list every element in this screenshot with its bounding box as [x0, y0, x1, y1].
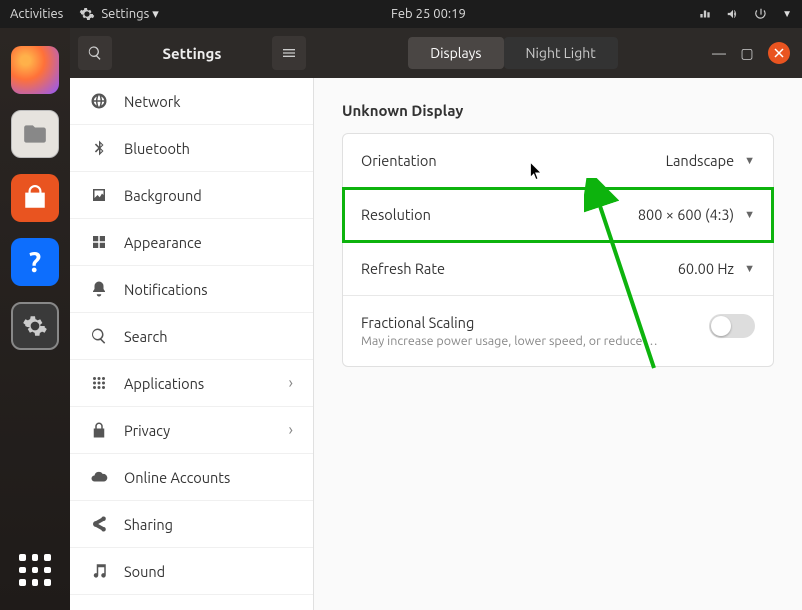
- sidebar-item-label: Notifications: [124, 281, 208, 298]
- clock[interactable]: Feb 25 00:19: [159, 7, 698, 21]
- appearance-icon: [90, 233, 108, 251]
- system-tray[interactable]: ▼: [698, 7, 792, 21]
- sidebar-item-label: Privacy: [124, 422, 170, 439]
- power-icon: [754, 7, 768, 21]
- sidebar-item-sound[interactable]: Sound: [70, 548, 313, 595]
- orientation-row[interactable]: Orientation Landscape ▼: [343, 134, 773, 188]
- displays-content: Unknown Display Orientation Landscape ▼ …: [314, 78, 802, 610]
- sidebar-item-applications[interactable]: Applications ›: [70, 360, 313, 407]
- search-button[interactable]: [78, 36, 112, 70]
- settings-window: Settings Displays Night Light — ▢ Ne: [70, 28, 802, 610]
- tab-displays[interactable]: Displays: [408, 37, 503, 69]
- chevron-down-icon: ▼: [744, 263, 755, 275]
- share-icon: [90, 515, 108, 533]
- refresh-label: Refresh Rate: [361, 260, 678, 277]
- close-button[interactable]: [768, 42, 790, 64]
- fractional-sub: May increase power usage, lower speed, o…: [361, 334, 661, 348]
- grid-icon: [90, 374, 108, 392]
- activities-button[interactable]: Activities: [10, 7, 63, 21]
- sidebar-item-label: Sharing: [124, 516, 173, 533]
- chevron-down-icon: ▼: [782, 8, 792, 20]
- menu-icon: [281, 45, 297, 61]
- chevron-right-icon: ›: [289, 374, 294, 392]
- fractional-toggle[interactable]: [709, 314, 755, 338]
- dock-help[interactable]: ?: [11, 238, 59, 286]
- dock-files[interactable]: [11, 110, 59, 158]
- orientation-label: Orientation: [361, 152, 666, 169]
- dock-settings[interactable]: [11, 302, 59, 350]
- cloud-icon: [90, 468, 108, 486]
- network-icon: [698, 7, 712, 21]
- orientation-value: Landscape: [666, 152, 735, 169]
- dock-firefox[interactable]: [11, 46, 59, 94]
- fractional-scaling-row: Fractional Scaling May increase power us…: [343, 296, 773, 366]
- dock-software[interactable]: [11, 174, 59, 222]
- refresh-value: 60.00 Hz: [678, 260, 734, 277]
- sidebar-item-label: Online Accounts: [124, 469, 230, 486]
- app-menu[interactable]: Settings ▾: [79, 6, 158, 22]
- show-applications-button[interactable]: [11, 546, 59, 594]
- music-icon: [90, 562, 108, 580]
- sidebar-item-appearance[interactable]: Appearance: [70, 219, 313, 266]
- dock: ?: [0, 28, 70, 610]
- minimize-button[interactable]: —: [712, 46, 726, 60]
- sidebar-item-background[interactable]: Background: [70, 172, 313, 219]
- window-title: Settings: [120, 45, 264, 62]
- settings-sidebar[interactable]: Network Bluetooth Background Appearance Noti…: [70, 78, 314, 610]
- resolution-row[interactable]: Resolution 800 × 600 (4:3) ▼: [343, 188, 773, 242]
- sidebar-item-sharing[interactable]: Sharing: [70, 501, 313, 548]
- sidebar-item-label: Background: [124, 187, 202, 204]
- sidebar-item-label: Applications: [124, 375, 204, 392]
- folder-icon: [22, 121, 48, 147]
- displays-panel: Orientation Landscape ▼ Resolution 800 ×…: [342, 133, 774, 367]
- sidebar-item-network[interactable]: Network: [70, 78, 313, 125]
- gear-icon: [79, 6, 95, 22]
- sidebar-item-label: Bluetooth: [124, 140, 190, 157]
- chevron-right-icon: ›: [289, 421, 294, 439]
- resolution-label: Resolution: [361, 206, 638, 223]
- sidebar-item-label: Sound: [124, 563, 165, 580]
- hamburger-button[interactable]: [272, 36, 306, 70]
- close-icon: [774, 48, 784, 58]
- sidebar-item-privacy[interactable]: Privacy ›: [70, 407, 313, 454]
- bell-icon: [90, 280, 108, 298]
- maximize-button[interactable]: ▢: [740, 46, 754, 60]
- chevron-down-icon: ▼: [744, 155, 755, 167]
- fractional-label: Fractional Scaling: [361, 314, 709, 331]
- tab-night-light[interactable]: Night Light: [504, 37, 618, 69]
- background-icon: [90, 186, 108, 204]
- chevron-down-icon: ▼: [744, 209, 755, 221]
- sidebar-item-notifications[interactable]: Notifications: [70, 266, 313, 313]
- bluetooth-icon: [90, 139, 108, 157]
- sidebar-item-online-accounts[interactable]: Online Accounts: [70, 454, 313, 501]
- sidebar-item-label: Network: [124, 93, 181, 110]
- lock-icon: [90, 421, 108, 439]
- search-icon: [87, 45, 103, 61]
- resolution-value: 800 × 600 (4:3): [638, 206, 734, 223]
- shopping-bag-icon: [22, 185, 48, 211]
- sidebar-item-label: Appearance: [124, 234, 202, 251]
- sidebar-item-bluetooth[interactable]: Bluetooth: [70, 125, 313, 172]
- gnome-topbar: Activities Settings ▾ Feb 25 00:19 ▼: [0, 0, 802, 28]
- sidebar-item-power[interactable]: Power: [70, 595, 313, 610]
- refresh-rate-row[interactable]: Refresh Rate 60.00 Hz ▼: [343, 242, 773, 296]
- globe-icon: [90, 92, 108, 110]
- search-icon: [90, 327, 108, 345]
- sidebar-item-label: Search: [124, 328, 168, 345]
- tab-group: Displays Night Light: [408, 37, 618, 69]
- gear-icon: [22, 313, 48, 339]
- titlebar: Settings Displays Night Light — ▢: [70, 28, 802, 78]
- section-title: Unknown Display: [342, 102, 774, 119]
- sidebar-item-search[interactable]: Search: [70, 313, 313, 360]
- volume-icon: [726, 7, 740, 21]
